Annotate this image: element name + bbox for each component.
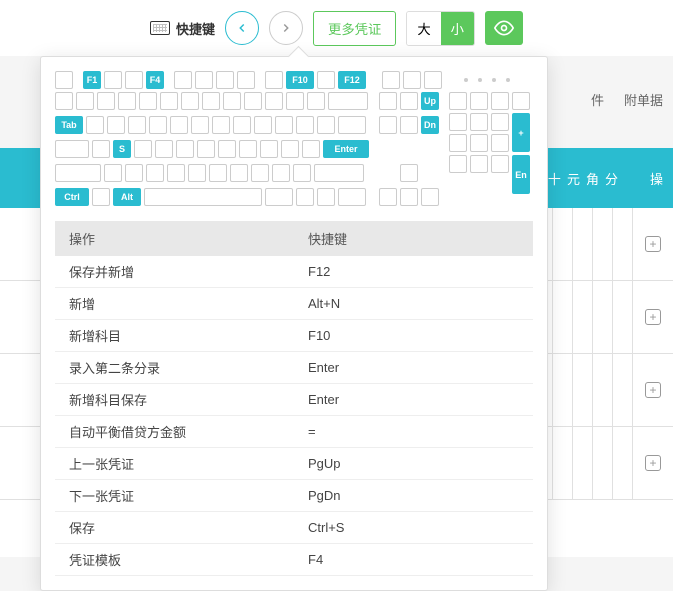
- cell-action: 下一张凭证: [55, 480, 294, 512]
- cell-action: 凭证模板: [55, 544, 294, 576]
- table-row: 新增科目F10: [55, 320, 533, 352]
- cell-shortcut: Ctrl+S: [294, 512, 533, 544]
- cell-shortcut: =: [294, 416, 533, 448]
- cell-action: 上一张凭证: [55, 448, 294, 480]
- cell-shortcut: F4: [294, 544, 533, 576]
- shortcut-popover: F1 F4 F10 F12 Tab: [40, 56, 548, 591]
- key-f12: F12: [338, 71, 366, 89]
- cell-shortcut: PgUp: [294, 448, 533, 480]
- preview-button[interactable]: [485, 11, 523, 45]
- th-action: 操作: [55, 221, 294, 256]
- topbar: 快捷键 更多凭证 大 小: [0, 0, 673, 56]
- keyboard-diagram: F1 F4 F10 F12 Tab: [55, 71, 533, 209]
- table-row: 凭证模板F4: [55, 544, 533, 576]
- key-tab: Tab: [55, 116, 83, 134]
- size-toggle: 大 小: [406, 11, 475, 46]
- key-plus: +: [512, 113, 530, 152]
- cell-shortcut: Alt+N: [294, 288, 533, 320]
- shortcut-toggle[interactable]: 快捷键: [150, 19, 215, 38]
- table-row: 下一张凭证PgDn: [55, 480, 533, 512]
- add-row-icon[interactable]: +: [645, 455, 661, 471]
- col-label: 分: [605, 169, 618, 188]
- add-row-icon[interactable]: +: [645, 236, 661, 252]
- cell-action: 自动平衡借贷方金额: [55, 416, 294, 448]
- col-label: 十: [548, 169, 561, 188]
- cell-action: 保存: [55, 512, 294, 544]
- cell-action: 录入第二条分录: [55, 352, 294, 384]
- table-row: 保存Ctrl+S: [55, 512, 533, 544]
- cell-shortcut: Enter: [294, 384, 533, 416]
- arrow-right-icon: [279, 21, 293, 35]
- next-button[interactable]: [269, 11, 303, 45]
- add-row-icon[interactable]: +: [645, 309, 661, 325]
- eye-icon: [494, 18, 514, 38]
- col-label: 元: [567, 169, 580, 188]
- right-links: 件 附单据: [591, 90, 663, 109]
- add-row-icon[interactable]: +: [645, 382, 661, 398]
- cell-action: 新增科目: [55, 320, 294, 352]
- key-s: S: [113, 140, 131, 158]
- table-row: 保存并新增F12: [55, 256, 533, 288]
- table-row: 录入第二条分录Enter: [55, 352, 533, 384]
- cell-shortcut: PgDn: [294, 480, 533, 512]
- key-pgup: Up: [421, 92, 439, 110]
- cell-shortcut: F10: [294, 320, 533, 352]
- table-row: 自动平衡借贷方金额=: [55, 416, 533, 448]
- col-label: 角: [586, 169, 599, 188]
- key-f10: F10: [286, 71, 314, 89]
- col-label: 操: [650, 169, 663, 188]
- table-row: 新增Alt+N: [55, 288, 533, 320]
- arrow-left-icon: [235, 21, 249, 35]
- cell-action: 新增科目保存: [55, 384, 294, 416]
- table-row: 新增科目保存Enter: [55, 384, 533, 416]
- prev-button[interactable]: [225, 11, 259, 45]
- size-large-button[interactable]: 大: [407, 12, 440, 45]
- key-pgdn: Dn: [421, 116, 439, 134]
- cell-shortcut: Enter: [294, 352, 533, 384]
- shortcut-label-text: 快捷键: [176, 19, 215, 38]
- key-f4: F4: [146, 71, 164, 89]
- key-alt: Alt: [113, 188, 141, 206]
- key-enter: Enter: [323, 140, 369, 158]
- attachments-link[interactable]: 附单据: [624, 90, 663, 109]
- size-small-button[interactable]: 小: [441, 12, 474, 45]
- attach-link[interactable]: 件: [591, 90, 604, 109]
- cell-shortcut: F12: [294, 256, 533, 288]
- key-ctrl: Ctrl: [55, 188, 89, 206]
- shortcuts-table: 操作 快捷键 保存并新增F12新增Alt+N新增科目F10录入第二条分录Ente…: [55, 221, 533, 576]
- th-shortcut: 快捷键: [294, 221, 533, 256]
- cell-action: 保存并新增: [55, 256, 294, 288]
- cell-action: 新增: [55, 288, 294, 320]
- more-vouchers-button[interactable]: 更多凭证: [313, 11, 396, 46]
- key-f1: F1: [83, 71, 101, 89]
- key-numpad-enter: En: [512, 155, 530, 194]
- keyboard-icon: [150, 21, 170, 35]
- table-row: 上一张凭证PgUp: [55, 448, 533, 480]
